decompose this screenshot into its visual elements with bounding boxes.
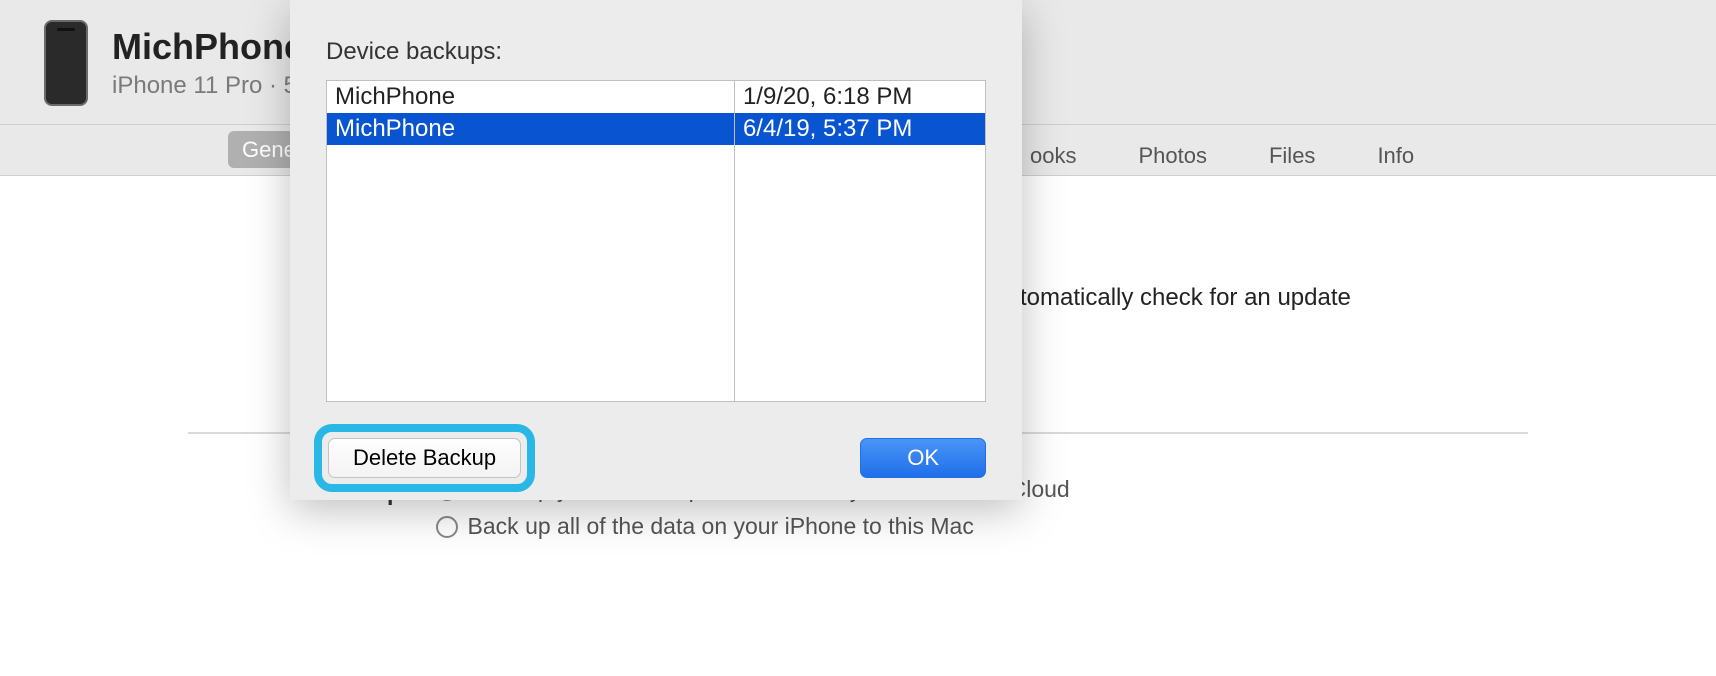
radio-icon xyxy=(436,516,458,538)
delete-backup-button[interactable]: Delete Backup xyxy=(328,438,521,478)
ok-button[interactable]: OK xyxy=(860,438,986,478)
table-empty-area xyxy=(327,145,985,401)
tab-files[interactable]: Files xyxy=(1255,137,1329,175)
device-name: MichPhone xyxy=(112,26,304,68)
backup-date: 1/9/20, 6:18 PM xyxy=(735,81,985,113)
backup-name: MichPhone xyxy=(327,113,735,145)
device-model: iPhone 11 Pro · 5 xyxy=(112,72,304,100)
backup-option-mac[interactable]: Back up all of the data on your iPhone t… xyxy=(436,513,1070,540)
backup-date: 6/4/19, 5:37 PM xyxy=(735,113,985,145)
table-row[interactable]: MichPhone 6/4/19, 5:37 PM xyxy=(327,113,985,145)
backup-name: MichPhone xyxy=(327,81,735,113)
annotation-highlight: Delete Backup xyxy=(314,424,535,492)
backup-table[interactable]: MichPhone 1/9/20, 6:18 PM MichPhone 6/4/… xyxy=(326,80,986,402)
modal-title: Device backups: xyxy=(326,38,986,66)
table-row[interactable]: MichPhone 1/9/20, 6:18 PM xyxy=(327,81,985,113)
tab-info[interactable]: Info xyxy=(1363,137,1428,175)
backup-option-label: Back up all of the data on your iPhone t… xyxy=(468,513,974,540)
update-text-fragment: tomatically check for an update xyxy=(1020,284,1351,312)
tab-photos[interactable]: Photos xyxy=(1124,137,1221,175)
tab-books[interactable]: ooks xyxy=(1016,137,1090,175)
iphone-icon xyxy=(44,20,88,106)
device-backups-modal: Device backups: MichPhone 1/9/20, 6:18 P… xyxy=(290,0,1022,500)
